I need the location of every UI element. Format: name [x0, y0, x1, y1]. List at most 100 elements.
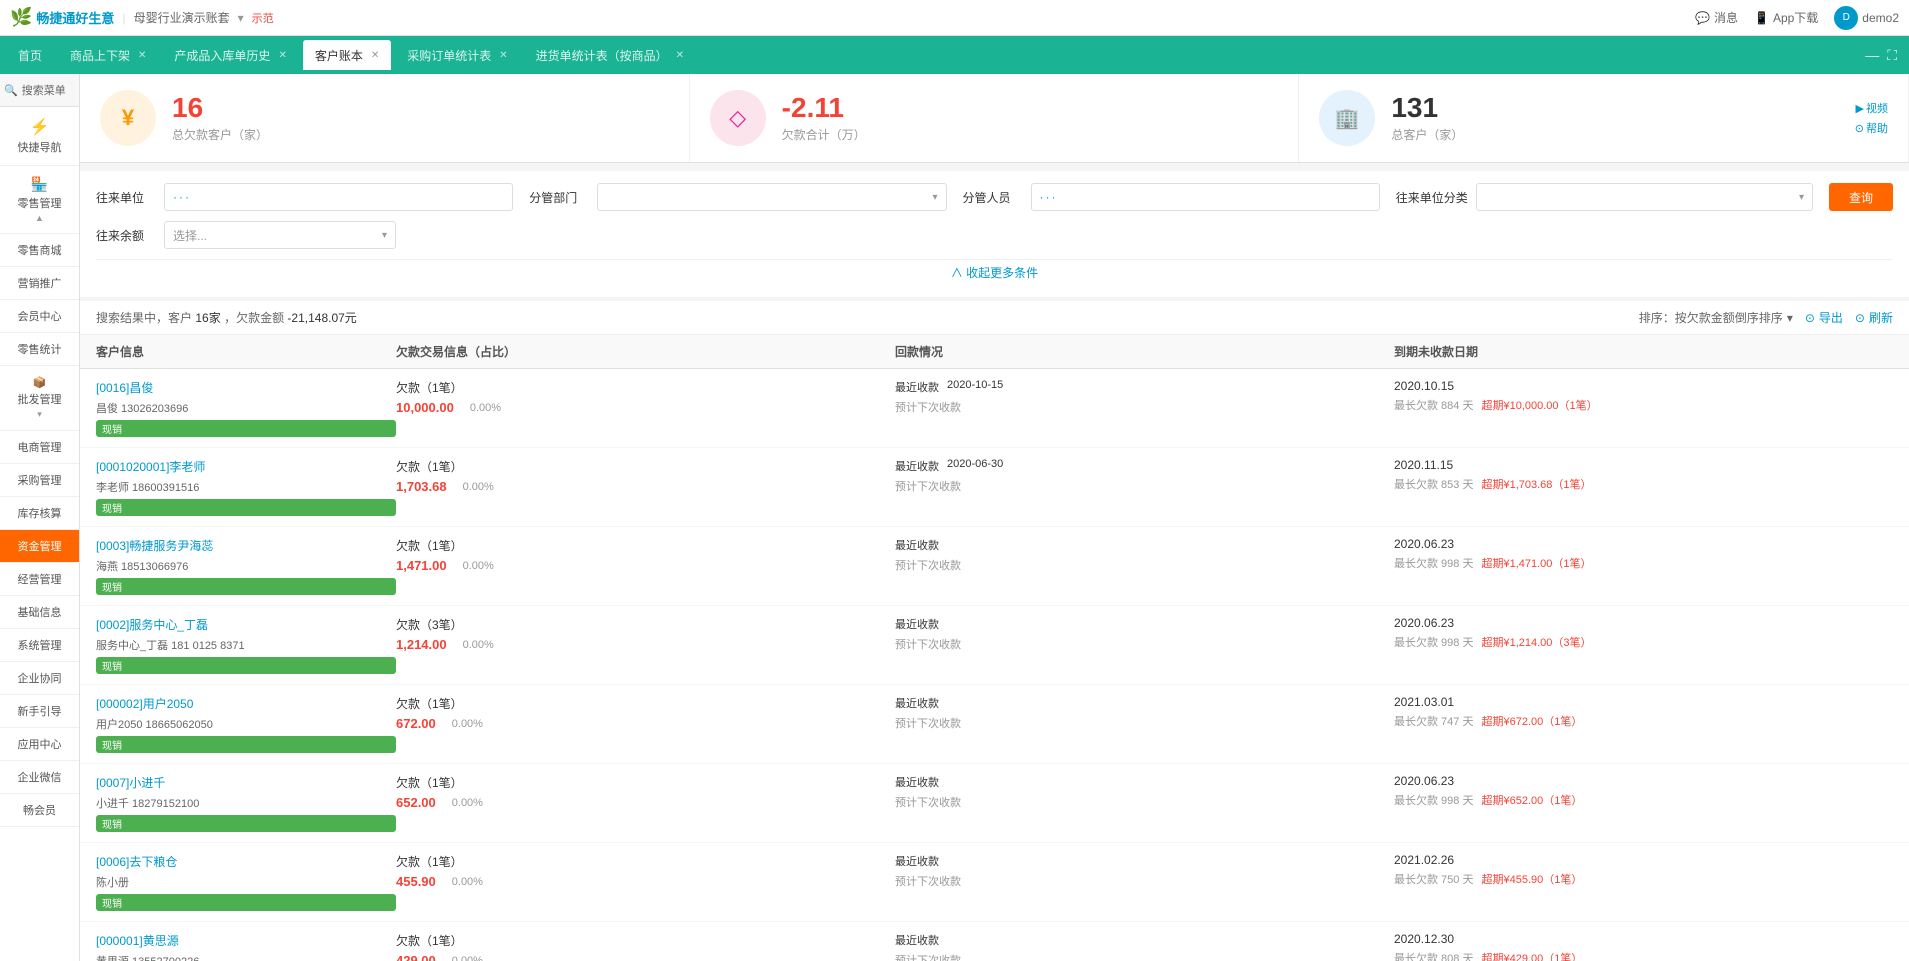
customer-name-0[interactable]: [0016]昌俊 — [96, 379, 396, 396]
stats-bar: ¥ 16 总欠款客户（家） ◇ -2.11 欠款合计（万） 🏢 — [80, 74, 1909, 163]
sidebar-item-enterprise-collab[interactable]: 企业协同 — [0, 662, 79, 695]
store-dropdown-arrow[interactable]: ▾ — [238, 11, 244, 25]
customer-info-6: [0006]去下粮仓 陈小册 现销 — [96, 853, 396, 911]
download-icon: 📱 — [1754, 11, 1769, 25]
stat-card-debt-customers: ¥ 16 总欠款客户（家） — [80, 74, 690, 162]
debt-info-4: 欠款（1笔） 672.00 0.00% — [396, 695, 895, 731]
recovery-info-5: 最近收款 预计下次收款 — [895, 774, 1394, 810]
tab-product-history-close[interactable]: ✕ — [278, 50, 286, 61]
table-row: [0001020001]李老师 李老师 18600391516 现销 欠款（1笔… — [80, 448, 1909, 527]
customer-name-1[interactable]: [0001020001]李老师 — [96, 458, 396, 475]
overdue-info-0: 2020.10.15 最长欠款 884 天 超期¥10,000.00（1笔） — [1394, 379, 1893, 413]
filter-category: 往来单位分类 ▾ — [1396, 183, 1813, 211]
sidebar-item-app-center[interactable]: 应用中心 — [0, 728, 79, 761]
person-input[interactable]: ··· — [1031, 183, 1380, 211]
customer-name-2[interactable]: [0003]畅捷服务尹海蕊 — [96, 537, 396, 554]
sidebar-item-retail-stats[interactable]: 零售统计 — [0, 333, 79, 366]
customer-phone-7: 黄思源 13552700226 — [96, 953, 396, 961]
export-button[interactable]: ⊙ 导出 — [1805, 309, 1843, 326]
refresh-button[interactable]: ⊙ 刷新 — [1855, 309, 1893, 326]
filter-collapse-button[interactable]: ∧ 收起更多条件 — [96, 259, 1893, 285]
sidebar-search-label: 搜索菜单 — [22, 82, 66, 98]
customer-phone-2: 海燕 18513066976 — [96, 558, 396, 574]
sort-selector[interactable]: 排序：按欠款金额倒序排序 ▾ — [1639, 309, 1793, 326]
sidebar-item-operations[interactable]: 经营管理 — [0, 563, 79, 596]
col-customer-info: 客户信息 — [96, 343, 396, 360]
help-button[interactable]: ⊙ 帮助 — [1855, 120, 1888, 136]
logo-area[interactable]: 🌿 畅捷通好生意 — [10, 7, 114, 28]
tab-product-shelf-label: 商品上下架 — [70, 47, 130, 64]
tab-home[interactable]: 首页 — [6, 40, 54, 70]
sidebar-item-quick-nav[interactable]: ⚡ 快捷导航 — [0, 107, 79, 166]
sidebar-item-batch-mgmt[interactable]: 📦 批发管理 ▾ — [0, 366, 79, 431]
customer-name-6[interactable]: [0006]去下粮仓 — [96, 853, 396, 870]
overdue-info-3: 2020.06.23 最长欠款 998 天 超期¥1,214.00（3笔） — [1394, 616, 1893, 650]
tab-customer-account[interactable]: 客户账本 ✕ — [303, 40, 391, 70]
message-button[interactable]: 💬 消息 — [1695, 9, 1738, 26]
sort-arrow-icon: ▾ — [1787, 311, 1793, 325]
tab-purchase-stats-close[interactable]: ✕ — [676, 50, 684, 61]
overdue-info-4: 2021.03.01 最长欠款 747 天 超期¥672.00（1笔） — [1394, 695, 1893, 729]
filter-balance: 往来余额 选择... ▾ — [96, 221, 396, 249]
tab-window-actions: — ⛶ — [1857, 47, 1905, 64]
tab-customer-account-close[interactable]: ✕ — [371, 50, 379, 61]
sidebar-item-basic-info[interactable]: 基础信息 — [0, 596, 79, 629]
stat-card-total-customers: 🏢 131 总客户（家） ▶ 视频 ⊙ 帮助 — [1299, 74, 1909, 162]
customer-phone-6: 陈小册 — [96, 874, 396, 890]
customer-name-4[interactable]: [000002]用户2050 — [96, 695, 396, 712]
customer-phone-0: 昌俊 13026203696 — [96, 400, 396, 416]
recovery-info-0: 最近收款 2020-10-15 预计下次收款 — [895, 379, 1394, 415]
debt-info-2: 欠款（1笔） 1,471.00 0.00% — [396, 537, 895, 573]
sidebar-item-system[interactable]: 系统管理 — [0, 629, 79, 662]
debt-total-icon: ◇ — [710, 90, 766, 146]
sidebar-item-retail-mgmt[interactable]: 🏪 零售管理 ▲ — [0, 166, 79, 234]
sidebar-item-member-center[interactable]: 会员中心 — [0, 300, 79, 333]
sidebar-item-marketing[interactable]: 营销推广 — [0, 267, 79, 300]
refresh-icon: ⊙ — [1855, 311, 1865, 325]
customer-name-5[interactable]: [0007]小进千 — [96, 774, 396, 791]
table-row: [0006]去下粮仓 陈小册 现销 欠款（1笔） 455.90 0.00% 最近… — [80, 843, 1909, 922]
sidebar-search[interactable]: 🔍 搜索菜单 — [0, 74, 79, 107]
sidebar-item-capital-mgmt[interactable]: 资金管理 — [0, 530, 79, 563]
tab-customer-account-label: 客户账本 — [315, 47, 363, 64]
sidebar-item-enterprise-wechat[interactable]: 企业微信 — [0, 761, 79, 794]
sidebar-item-retail-mall[interactable]: 零售商城 — [0, 234, 79, 267]
sidebar-item-new-guide[interactable]: 新手引导 — [0, 695, 79, 728]
customer-info-0: [0016]昌俊 昌俊 13026203696 现销 — [96, 379, 396, 437]
logo-icon: 🌿 — [10, 7, 32, 28]
sort-label: 排序：按欠款金额倒序排序 — [1639, 309, 1783, 326]
sidebar-item-inventory[interactable]: 库存核算 — [0, 497, 79, 530]
customer-tag-0: 现销 — [96, 420, 396, 437]
tab-product-history[interactable]: 产成品入库单历史 ✕ — [162, 40, 298, 70]
customer-name-3[interactable]: [0002]服务中心_丁磊 — [96, 616, 396, 633]
minimize-button[interactable]: — — [1865, 47, 1879, 63]
tab-purchase-order-close[interactable]: ✕ — [499, 50, 507, 61]
supplier-input[interactable]: ··· — [164, 183, 513, 211]
dept-select[interactable]: ▾ — [597, 183, 946, 211]
tab-purchase-order[interactable]: 采购订单统计表 ✕ — [395, 40, 519, 70]
customer-phone-1: 李老师 18600391516 — [96, 479, 396, 495]
debt-customers-label: 总欠款客户（家） — [172, 126, 669, 143]
debt-total-number: -2.11 — [782, 94, 1279, 122]
recovery-info-2: 最近收款 预计下次收款 — [895, 537, 1394, 573]
top-bar-left: 🌿 畅捷通好生意 | 母婴行业演示账套 ▾ 示范 — [10, 7, 274, 28]
demo-link[interactable]: 示范 — [252, 10, 274, 26]
video-help-button[interactable]: ▶ 视频 — [1856, 100, 1888, 116]
tab-product-shelf[interactable]: 商品上下架 ✕ — [58, 40, 158, 70]
sidebar-item-ecommerce[interactable]: 电商管理 — [0, 431, 79, 464]
sidebar-item-vip-member[interactable]: 畅会员 — [0, 794, 79, 827]
user-menu[interactable]: D demo2 — [1834, 6, 1899, 30]
tab-product-shelf-close[interactable]: ✕ — [138, 50, 146, 61]
balance-select[interactable]: 选择... ▾ — [164, 221, 396, 249]
query-button[interactable]: 查询 — [1829, 183, 1893, 211]
category-select[interactable]: ▾ — [1476, 183, 1813, 211]
customer-info-4: [000002]用户2050 用户2050 18665062050 现销 — [96, 695, 396, 753]
customer-tag-5: 现销 — [96, 815, 396, 832]
tab-purchase-stats[interactable]: 进货单统计表（按商品） ✕ — [524, 40, 696, 70]
maximize-button[interactable]: ⛶ — [1887, 47, 1897, 64]
table-row: [000002]用户2050 用户2050 18665062050 现销 欠款（… — [80, 685, 1909, 764]
total-customers-label: 总客户（家） — [1391, 126, 1838, 143]
sidebar-item-purchase-mgmt[interactable]: 采购管理 — [0, 464, 79, 497]
app-download-button[interactable]: 📱 App下载 — [1754, 9, 1818, 26]
customer-name-7[interactable]: [000001]黄思源 — [96, 932, 396, 949]
